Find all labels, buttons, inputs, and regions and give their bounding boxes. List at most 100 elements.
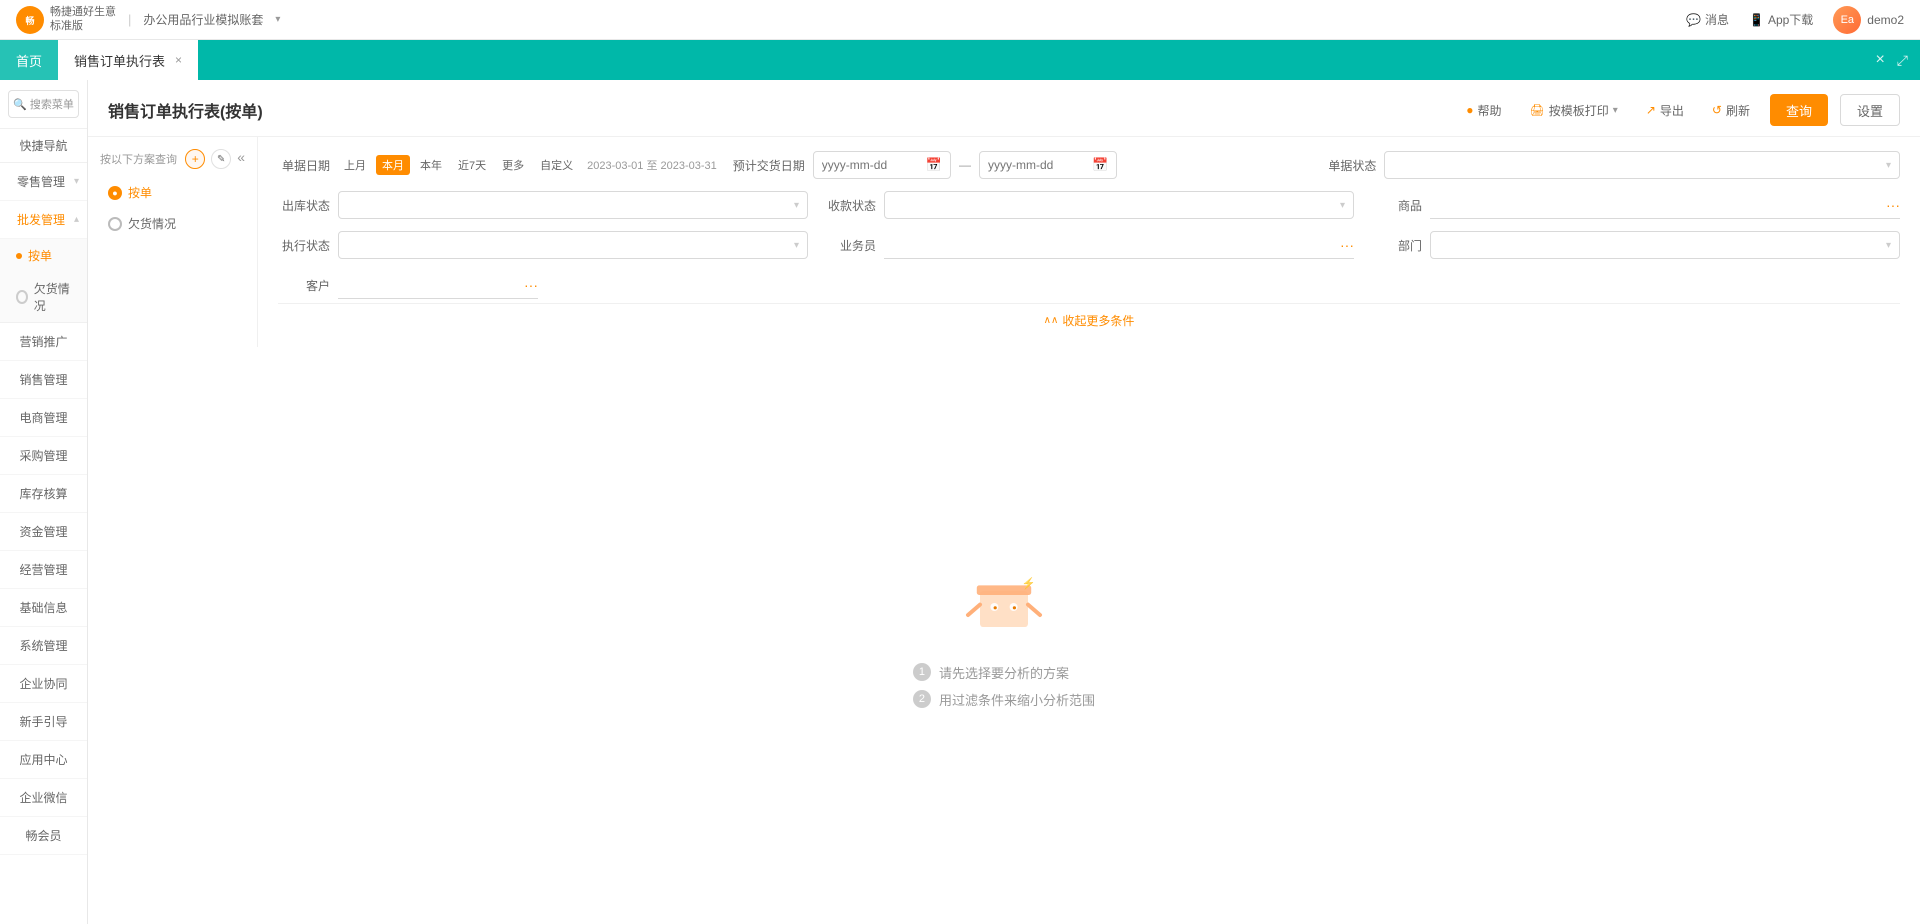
svg-text:畅: 畅: [25, 15, 34, 26]
sidebar-item-wechat[interactable]: 企业微信: [0, 779, 87, 817]
filter-section: 按以下方案查询 + ✎ « ● 按单 欠货情况: [88, 137, 1920, 347]
sidebar-item-collab-label: 企业协同: [8, 675, 79, 692]
filter-subitem-order-label: 按单: [128, 184, 152, 201]
customer-more-btn[interactable]: ···: [524, 277, 538, 293]
shortcut-this-month[interactable]: 本月: [376, 155, 410, 175]
filter-subitem-order[interactable]: ● 按单: [88, 177, 257, 208]
filter-row-2: 出库状态 ▾ 收款状态 ▾: [278, 191, 1900, 219]
query-btn[interactable]: 查询: [1770, 94, 1828, 126]
sidebar-item-system[interactable]: 系统管理: [0, 627, 87, 665]
message-action[interactable]: 💬 消息: [1686, 11, 1729, 28]
sidebar-item-wholesale[interactable]: 批发管理 ▴: [0, 201, 87, 239]
sidebar-item-ecommerce[interactable]: 电商管理: [0, 399, 87, 437]
add-scheme-btn[interactable]: +: [185, 149, 205, 169]
date-filter-group: 单据日期 上月 本月 本年 近7天 更多 自定义 2023-03-01 至 20…: [278, 155, 717, 175]
collapse-more-btn[interactable]: ∧∧ 收起更多条件: [278, 303, 1900, 333]
calendar-end-icon[interactable]: 📅: [1092, 157, 1108, 173]
header-left: 畅 畅捷通好生意 标准版 | 办公用品行业模拟账套 ▾: [16, 6, 280, 34]
window-maximize-btn[interactable]: ⤢: [1897, 52, 1908, 69]
tab-close-icon[interactable]: ×: [175, 53, 182, 67]
collect-status-select[interactable]: ▾: [884, 191, 1354, 219]
collapse-more-label: 收起更多条件: [1062, 312, 1134, 329]
app-download-icon: 📱: [1749, 13, 1764, 27]
left-filter-icons: + ✎ «: [185, 149, 245, 169]
sidebar-item-appcenter[interactable]: 应用中心: [0, 741, 87, 779]
shortcut-this-year[interactable]: 本年: [414, 155, 448, 175]
expected-date-start[interactable]: 📅: [813, 151, 951, 179]
sidebar-item-retail[interactable]: 零售管理 ▾: [0, 163, 87, 201]
filter-circle-icon: [108, 217, 122, 231]
user-area[interactable]: Ea demo2: [1833, 6, 1904, 34]
sidebar-submenu-wholesale: 按单 欠货情况: [0, 239, 87, 323]
exec-status-arrow: ▾: [794, 240, 799, 251]
collapse-left-btn[interactable]: «: [237, 149, 245, 169]
shortcut-more[interactable]: 更多: [496, 155, 530, 175]
tab-active[interactable]: 销售订单执行表 ×: [58, 40, 198, 80]
sidebar-item-operations[interactable]: 经营管理: [0, 551, 87, 589]
help-btn[interactable]: ● 帮助: [1458, 98, 1509, 123]
expected-date-end[interactable]: 📅: [979, 151, 1117, 179]
page-content: 销售订单执行表(按单) ● 帮助 🖨 按模板打印 ▾ ↗ 导出: [88, 80, 1920, 924]
tip-1-text: 请先选择要分析的方案: [939, 663, 1069, 682]
salesperson-more-btn[interactable]: ···: [1340, 237, 1354, 253]
sidebar-item-basic[interactable]: 基础信息: [0, 589, 87, 627]
search-menu-button[interactable]: 🔍 搜索菜单: [8, 90, 79, 118]
sidebar-item-appcenter-label: 应用中心: [8, 751, 79, 768]
tab-home[interactable]: 首页: [0, 40, 58, 80]
message-label: 消息: [1705, 11, 1729, 28]
status-select-arrow: ▾: [1886, 160, 1891, 171]
dept-arrow: ▾: [1886, 240, 1891, 251]
window-close-btn[interactable]: ×: [1875, 51, 1884, 69]
template-print-label: 按模板打印: [1549, 102, 1609, 119]
tip-number-1: 1: [913, 663, 931, 681]
sidebar-item-vip[interactable]: 畅会员: [0, 817, 87, 855]
salesperson-label: 业务员: [824, 237, 876, 254]
shortcut-custom[interactable]: 自定义: [534, 155, 579, 175]
left-filter-panel: 按以下方案查询 + ✎ « ● 按单 欠货情况: [88, 137, 258, 347]
calendar-start-icon[interactable]: 📅: [926, 157, 942, 173]
template-print-btn[interactable]: 🖨 按模板打印 ▾: [1522, 98, 1626, 123]
shortcut-last-month[interactable]: 上月: [338, 155, 372, 175]
status-select[interactable]: ▾: [1384, 151, 1900, 179]
message-icon: 💬: [1686, 13, 1701, 27]
goods-more-btn[interactable]: ···: [1886, 197, 1900, 213]
ship-status-group: 出库状态 ▾: [278, 191, 808, 219]
sidebar-item-marketing-label: 营销推广: [8, 333, 79, 350]
expected-date-label: 预计交货日期: [733, 157, 805, 174]
shortcut-7days[interactable]: 近7天: [452, 155, 492, 175]
template-print-arrow: ▾: [1613, 105, 1618, 116]
expected-date-start-input[interactable]: [822, 158, 922, 172]
nav-tabs: 首页 销售订单执行表 × × ⤢: [0, 40, 1920, 80]
subitem-order-label: 按单: [28, 247, 52, 264]
filter-dot-icon: ●: [108, 186, 122, 200]
sidebar-item-marketing[interactable]: 营销推广: [0, 323, 87, 361]
sidebar-item-collab[interactable]: 企业协同: [0, 665, 87, 703]
subitem-shortage-label: 欠货情况: [34, 280, 71, 314]
sidebar-quick-nav[interactable]: 快捷导航: [0, 129, 87, 163]
date-field-label: 单据日期: [278, 157, 330, 174]
filter-subitem-shortage[interactable]: 欠货情况: [88, 208, 257, 239]
export-label: 导出: [1660, 102, 1684, 119]
sidebar-item-inventory[interactable]: 库存核算: [0, 475, 87, 513]
sidebar-subitem-order[interactable]: 按单: [0, 239, 87, 272]
expected-date-end-input[interactable]: [988, 158, 1088, 172]
settings-btn[interactable]: 设置: [1840, 94, 1900, 126]
export-btn[interactable]: ↗ 导出: [1638, 98, 1692, 123]
sidebar-item-purchase[interactable]: 采购管理: [0, 437, 87, 475]
exec-status-select[interactable]: ▾: [338, 231, 808, 259]
app-download-action[interactable]: 📱 App下载: [1749, 11, 1813, 28]
empty-tip-1: 1 请先选择要分析的方案: [913, 663, 1095, 682]
sidebar-item-newbie[interactable]: 新手引导: [0, 703, 87, 741]
edit-scheme-btn[interactable]: ✎: [211, 149, 231, 169]
empty-state: ⚡ 1 请先选择要分析的方案 2 用过滤条件来缩小分析范围: [88, 347, 1920, 924]
goods-group: 商品 ···: [1370, 191, 1900, 219]
collect-status-label: 收款状态: [824, 197, 876, 214]
sidebar-item-sales[interactable]: 销售管理: [0, 361, 87, 399]
sidebar-item-finance[interactable]: 资金管理: [0, 513, 87, 551]
dept-select[interactable]: ▾: [1430, 231, 1900, 259]
refresh-btn[interactable]: ↺ 刷新: [1704, 98, 1758, 123]
sidebar-subitem-shortage[interactable]: 欠货情况: [0, 272, 87, 322]
ship-status-select[interactable]: ▾: [338, 191, 808, 219]
logo-icon: 畅: [16, 6, 44, 34]
breadcrumb-dropdown-icon[interactable]: ▾: [275, 14, 280, 25]
